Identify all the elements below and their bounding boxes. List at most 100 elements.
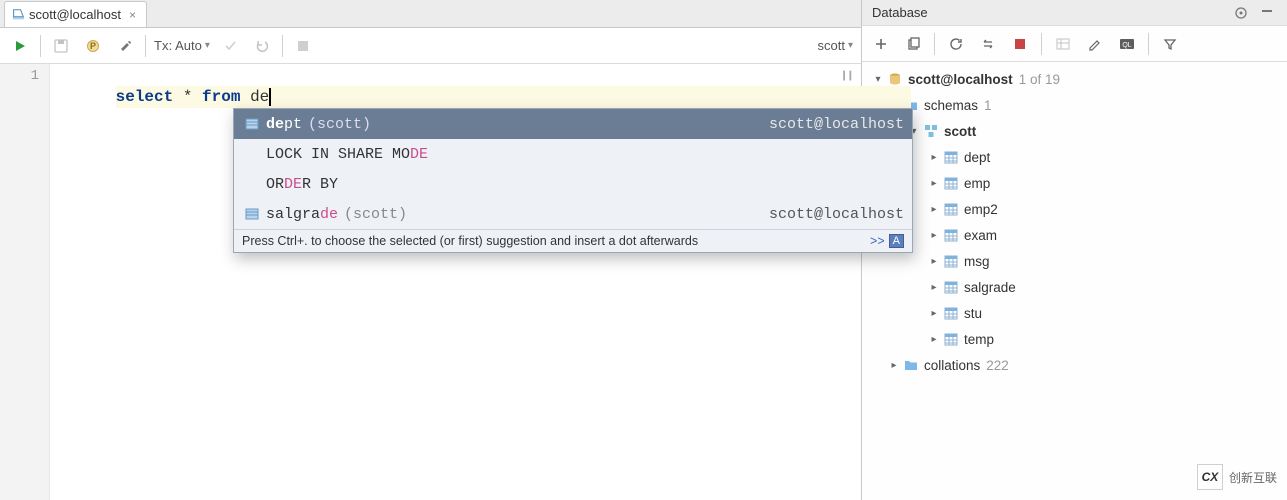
schemas-node[interactable]: ▾schemas1 (866, 92, 1283, 118)
separator (934, 33, 935, 55)
filter-button[interactable] (1159, 33, 1181, 55)
datasource-icon (886, 72, 904, 86)
watermark-logo: CX (1197, 464, 1223, 490)
chevron-right-icon[interactable]: ▸ (886, 360, 902, 371)
autocomplete-item[interactable]: salgrade (scott) scott@localhost (234, 199, 912, 229)
autocomplete-hint-text: Press Ctrl+. to choose the selected (or … (242, 234, 698, 248)
database-panel-title: Database (872, 5, 928, 20)
chevron-right-icon[interactable]: ▸ (926, 334, 942, 345)
run-button[interactable] (8, 34, 32, 58)
chevron-right-icon[interactable]: ▸ (926, 230, 942, 241)
collations-count: 222 (986, 358, 1009, 373)
autocomplete-item-origin: scott@localhost (769, 206, 904, 223)
table-label: exam (964, 228, 997, 243)
table-icon (942, 229, 960, 242)
separator (145, 35, 146, 57)
separator (282, 35, 283, 57)
autocomplete-popup: dept (scott) scott@localhost LOCK IN SHARE … (233, 108, 913, 253)
chevron-right-icon[interactable]: ▸ (926, 308, 942, 319)
duplicate-button[interactable] (902, 33, 924, 55)
chevron-right-icon[interactable]: ▸ (926, 204, 942, 215)
autocomplete-item[interactable]: LOCK IN SHARE MODE (234, 139, 912, 169)
chevron-right-icon[interactable]: ▸ (926, 152, 942, 163)
chevron-down-icon: ▾ (848, 40, 853, 51)
save-button[interactable] (49, 34, 73, 58)
schemas-count: 1 (984, 98, 992, 113)
chevron-down-icon: ▾ (205, 40, 210, 51)
separator (1148, 33, 1149, 55)
table-label: temp (964, 332, 994, 347)
table-icon (942, 203, 960, 216)
separator (40, 35, 41, 57)
line-number: 1 (0, 68, 39, 84)
table-node[interactable]: ▸emp (866, 170, 1283, 196)
tx-mode-selector[interactable]: Tx: Auto ▾ (154, 38, 210, 53)
table-node[interactable]: ▸ exam (866, 222, 1283, 248)
chevron-right-icon[interactable]: ▸ (926, 282, 942, 293)
close-icon[interactable]: × (129, 8, 136, 22)
tx-mode-value: Auto (175, 38, 202, 53)
svg-text:P: P (90, 41, 96, 51)
schemas-label: schemas (924, 98, 978, 113)
table-label: msg (964, 254, 990, 269)
settings-button[interactable] (113, 34, 137, 58)
table-node[interactable]: ▸ salgrade (866, 274, 1283, 300)
stop-button[interactable] (291, 34, 315, 58)
hide-panel-icon[interactable] (1257, 3, 1277, 23)
table-node[interactable]: ▸ temp (866, 326, 1283, 352)
table-label: dept (964, 150, 990, 165)
table-icon (942, 177, 960, 190)
table-node[interactable]: ▸ stu (866, 300, 1283, 326)
code-line: select * from de (116, 86, 911, 108)
autocomplete-item-name: dept (266, 116, 302, 133)
collations-label: collations (924, 358, 980, 373)
table-icon (242, 207, 262, 221)
chevron-right-icon[interactable]: ▸ (926, 178, 942, 189)
folder-icon (902, 359, 920, 371)
autocomplete-item-context: (scott) (308, 116, 371, 133)
watermark-text: 创新互联 (1229, 469, 1277, 486)
autocomplete-item[interactable]: dept(scott)scott@localhost (234, 109, 912, 139)
table-icon (942, 281, 960, 294)
watermark: CX 创新互联 (1197, 464, 1277, 490)
table-node[interactable]: ▸ msg (866, 248, 1283, 274)
table-label: salgrade (964, 280, 1016, 295)
schema-icon (922, 124, 940, 138)
separator (1041, 33, 1042, 55)
chevron-down-icon[interactable]: ▾ (870, 74, 886, 85)
refresh-button[interactable] (945, 33, 967, 55)
tx-label-text: Tx: (154, 38, 172, 53)
rollback-pending-button[interactable]: P (81, 34, 105, 58)
database-file-icon (11, 8, 25, 22)
table-node[interactable]: ▸ dept (866, 144, 1283, 170)
stop-db-button[interactable] (1009, 33, 1031, 55)
datasource-node[interactable]: ▾scott@localhost1 of 19 (866, 66, 1283, 92)
target-icon[interactable] (1231, 3, 1251, 23)
table-view-button[interactable] (1052, 33, 1074, 55)
text-cursor (269, 88, 271, 106)
table-node[interactable]: ▸emp2 (866, 196, 1283, 222)
edit-ddl-button[interactable] (1084, 33, 1106, 55)
autocomplete-item-name: salgrade (266, 206, 338, 223)
sync-button[interactable] (977, 33, 999, 55)
schema-selector[interactable]: scott ▾ (818, 38, 854, 53)
datasource-label: scott@localhost (908, 72, 1013, 87)
editor-toolbar: P Tx: Auto ▾ scott ▾ (0, 28, 861, 64)
autocomplete-item[interactable]: ORDER BY (234, 169, 912, 199)
chevron-right-icon[interactable]: ▸ (926, 256, 942, 267)
table-icon (242, 117, 262, 131)
autocomplete-hint-link[interactable]: >> (870, 234, 885, 248)
autocomplete-hint: Press Ctrl+. to choose the selected (or … (234, 229, 912, 252)
autocomplete-item-context: (scott) (344, 206, 407, 223)
table-label: stu (964, 306, 982, 321)
new-button[interactable] (870, 33, 892, 55)
collations-node[interactable]: ▸ collations 222 (866, 352, 1283, 378)
database-toolbar: QL (862, 26, 1287, 62)
console-button[interactable]: QL (1116, 33, 1138, 55)
schema-node[interactable]: ▾scott (866, 118, 1283, 144)
editor-tab[interactable]: scott@localhost × (4, 1, 147, 27)
commit-button[interactable] (218, 34, 242, 58)
rollback-button[interactable] (250, 34, 274, 58)
autocomplete-item-name: LOCK IN SHARE MODE (266, 146, 428, 163)
schema-label: scott (944, 124, 976, 139)
